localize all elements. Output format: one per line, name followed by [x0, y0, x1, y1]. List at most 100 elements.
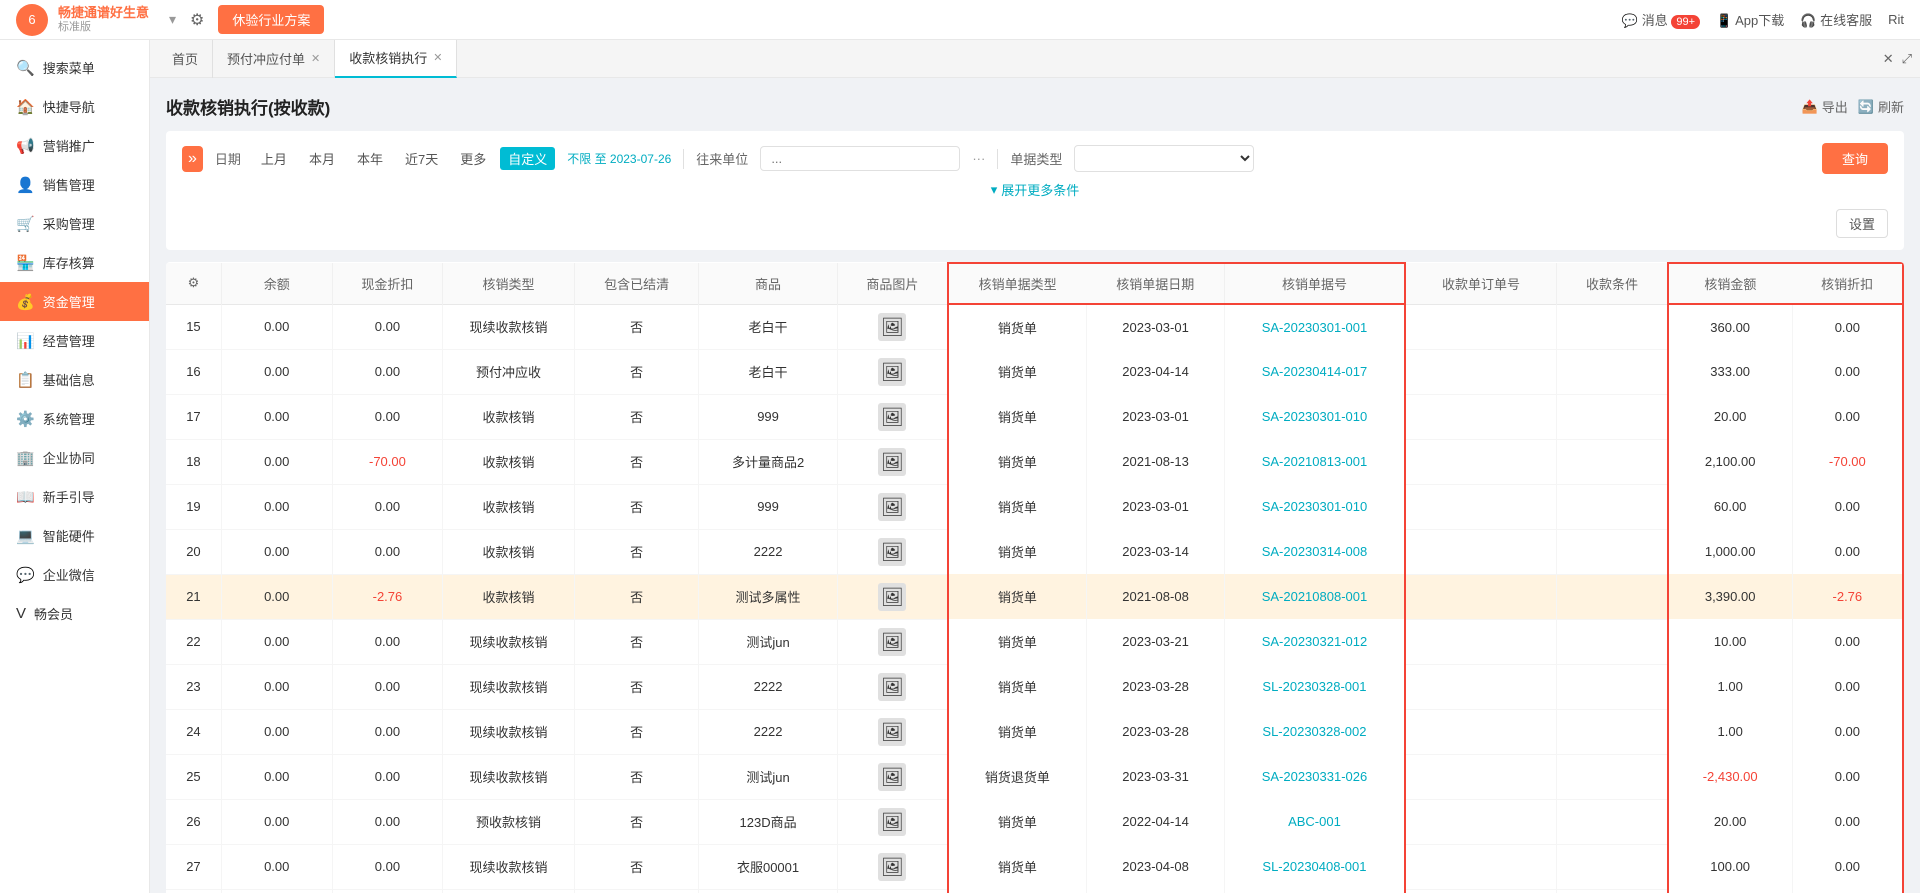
- table-settings-btn[interactable]: 设置: [1836, 209, 1888, 238]
- td-writeoff_type: 收款核销: [443, 574, 575, 619]
- td-voucher_type: 销货单: [948, 304, 1086, 349]
- filter-more-dots: ···: [972, 151, 985, 166]
- sidebar-label-beginner: 新手引导: [43, 487, 95, 506]
- industry-btn[interactable]: 休验行业方案: [218, 5, 324, 34]
- td-cash_discount: 0.00: [332, 664, 443, 709]
- tab-label: 首页: [172, 49, 198, 68]
- td-writeoff_type: 收款核销: [443, 394, 575, 439]
- sidebar-icon-marketing: 📢: [16, 137, 35, 155]
- sidebar-item-search-menu[interactable]: 🔍搜索菜单: [0, 48, 149, 87]
- export-btn[interactable]: 📤 导出: [1802, 97, 1848, 116]
- app-logo: 6: [16, 4, 48, 36]
- online-service-btn[interactable]: 🎧 在线客服: [1800, 10, 1872, 29]
- td-writeoff_amount: 3,390.00: [1668, 574, 1793, 619]
- date-shortcut-7days[interactable]: 近7天: [397, 147, 446, 170]
- voucher-no-link[interactable]: SA-20230414-017: [1262, 364, 1368, 379]
- sidebar-item-basic-info[interactable]: 📋基础信息: [0, 360, 149, 399]
- sidebar-item-member[interactable]: V畅会员: [0, 594, 149, 633]
- td-voucher_date: 2023-04-14: [1086, 349, 1224, 394]
- sidebar-item-enterprise[interactable]: 🏢企业协同: [0, 438, 149, 477]
- td-goods_image: 🖼: [837, 349, 948, 394]
- sidebar-label-wechat: 企业微信: [43, 565, 95, 584]
- sidebar-item-beginner[interactable]: 📖新手引导: [0, 477, 149, 516]
- voucher-no-link[interactable]: SA-20230314-008: [1262, 544, 1368, 559]
- voucher-no-link[interactable]: SL-20230328-002: [1262, 724, 1366, 739]
- td-cash_discount: 0.00: [332, 484, 443, 529]
- tab-close-icon[interactable]: ✕: [311, 52, 320, 65]
- td-cash_discount: 0.00: [332, 754, 443, 799]
- sidebar-item-wechat[interactable]: 💬企业微信: [0, 555, 149, 594]
- voucher-no-link[interactable]: SA-20210813-001: [1262, 454, 1368, 469]
- refresh-btn[interactable]: 🔄 刷新: [1858, 97, 1904, 116]
- td-writeoff_discount: 0.00: [1792, 619, 1903, 664]
- table-row: 200.000.00收款核销否2222🖼销货单2023-03-14SA-2023…: [166, 529, 1903, 574]
- sidebar-item-quick-nav[interactable]: 🏠快捷导航: [0, 87, 149, 126]
- td-goods: 2222: [699, 889, 837, 893]
- date-shortcuts: 上月 本月 本年 近7天 更多 自定义: [253, 147, 555, 170]
- td-balance: 0.00: [221, 664, 332, 709]
- date-shortcut-last-month[interactable]: 上月: [253, 147, 295, 170]
- voucher-no-link[interactable]: SA-20230301-010: [1262, 409, 1368, 424]
- td-receipt_condition: [1557, 799, 1668, 844]
- td-goods_image: 🖼: [837, 439, 948, 484]
- sidebar-item-sys-mgmt[interactable]: ⚙️系统管理: [0, 399, 149, 438]
- expand-icon[interactable]: ▾: [169, 11, 176, 28]
- query-btn[interactable]: 查询: [1822, 143, 1888, 174]
- sidebar-item-marketing[interactable]: 📢营销推广: [0, 126, 149, 165]
- td-writeoff_discount: 0.00: [1792, 304, 1903, 349]
- voucher-no-link[interactable]: SA-20210808-001: [1262, 589, 1368, 604]
- th-receipt_condition: 收款条件: [1557, 263, 1668, 304]
- td-settings: 23: [166, 664, 221, 709]
- td-include_settled: 否: [574, 439, 699, 484]
- date-shortcut-this-month[interactable]: 本月: [301, 147, 343, 170]
- filter-toggle-btn[interactable]: »: [182, 146, 203, 172]
- tab-收款核销执行[interactable]: 收款核销执行 ✕: [335, 40, 457, 78]
- sidebar-item-inventory[interactable]: 🏪库存核算: [0, 243, 149, 282]
- sidebar-item-operations[interactable]: 📊经营管理: [0, 321, 149, 360]
- tab-label: 收款核销执行: [349, 48, 427, 67]
- settings-gear-btn[interactable]: ⚙: [186, 6, 208, 34]
- sidebar-label-operations: 经营管理: [43, 331, 95, 350]
- app-download-btn[interactable]: 📱 App下载: [1716, 10, 1784, 29]
- td-goods: 测试jun: [699, 754, 837, 799]
- tab-expand-btn[interactable]: ⤢: [1902, 51, 1912, 67]
- td-receipt_order_no: [1405, 304, 1557, 349]
- td-include_settled: 否: [574, 709, 699, 754]
- td-goods_image: 🖼: [837, 889, 948, 893]
- tab-close-all-btn[interactable]: ✕: [1883, 51, 1894, 67]
- custom-date-btn[interactable]: 自定义: [500, 147, 555, 170]
- voucher-type-select[interactable]: [1074, 145, 1254, 172]
- data-table: ⚙余额现金折扣核销类型包含已结清商品商品图片核销单据类型核销单据日期核销单据号收…: [166, 262, 1904, 893]
- sidebar-item-smart-hw[interactable]: 💻智能硬件: [0, 516, 149, 555]
- voucher-no-link[interactable]: ABC-001: [1288, 814, 1341, 829]
- voucher-no-link[interactable]: SL-20230328-001: [1262, 679, 1366, 694]
- counterpart-input[interactable]: [760, 146, 960, 171]
- date-shortcut-this-year[interactable]: 本年: [349, 147, 391, 170]
- expand-more-btn[interactable]: ▾ 展开更多条件: [991, 180, 1080, 199]
- td-receipt_condition: [1557, 619, 1668, 664]
- td-writeoff_discount: 0.00: [1792, 349, 1903, 394]
- voucher-no-link[interactable]: SA-20230331-026: [1262, 769, 1368, 784]
- sidebar: 🔍搜索菜单🏠快捷导航📢营销推广👤销售管理🛒采购管理🏪库存核算💰资金管理📊经营管理…: [0, 40, 150, 893]
- tab-首页[interactable]: 首页: [158, 40, 213, 78]
- row-num: 20: [186, 544, 200, 559]
- table-row: 220.000.00现续收款核销否测试jun🖼销货单2023-03-21SA-2…: [166, 619, 1903, 664]
- td-cash_discount: -70.00: [332, 439, 443, 484]
- td-goods: 999: [699, 484, 837, 529]
- tab-close-icon[interactable]: ✕: [433, 51, 442, 64]
- tab-预付冲应付单[interactable]: 预付冲应付单✕: [213, 40, 335, 78]
- voucher-no-link[interactable]: SA-20230301-001: [1262, 320, 1368, 335]
- row-num: 22: [186, 634, 200, 649]
- sidebar-item-sales[interactable]: 👤销售管理: [0, 165, 149, 204]
- message-btn[interactable]: 💬 消息 99+: [1622, 10, 1700, 29]
- voucher-no-link[interactable]: SA-20230301-010: [1262, 499, 1368, 514]
- date-shortcut-more[interactable]: 更多: [452, 147, 494, 170]
- td-voucher_date: 2021-08-08: [1086, 574, 1224, 619]
- voucher-no-link[interactable]: SA-20230321-012: [1262, 634, 1368, 649]
- top-bar-left: 6 畅捷通谱好生意 标准版 ▾ ⚙ 休验行业方案: [16, 4, 1610, 36]
- sidebar-item-finance[interactable]: 💰资金管理: [0, 282, 149, 321]
- voucher-no-link[interactable]: SL-20230408-001: [1262, 859, 1366, 874]
- sidebar-item-purchase[interactable]: 🛒采购管理: [0, 204, 149, 243]
- sidebar-label-sales: 销售管理: [43, 175, 95, 194]
- td-goods: 999: [699, 394, 837, 439]
